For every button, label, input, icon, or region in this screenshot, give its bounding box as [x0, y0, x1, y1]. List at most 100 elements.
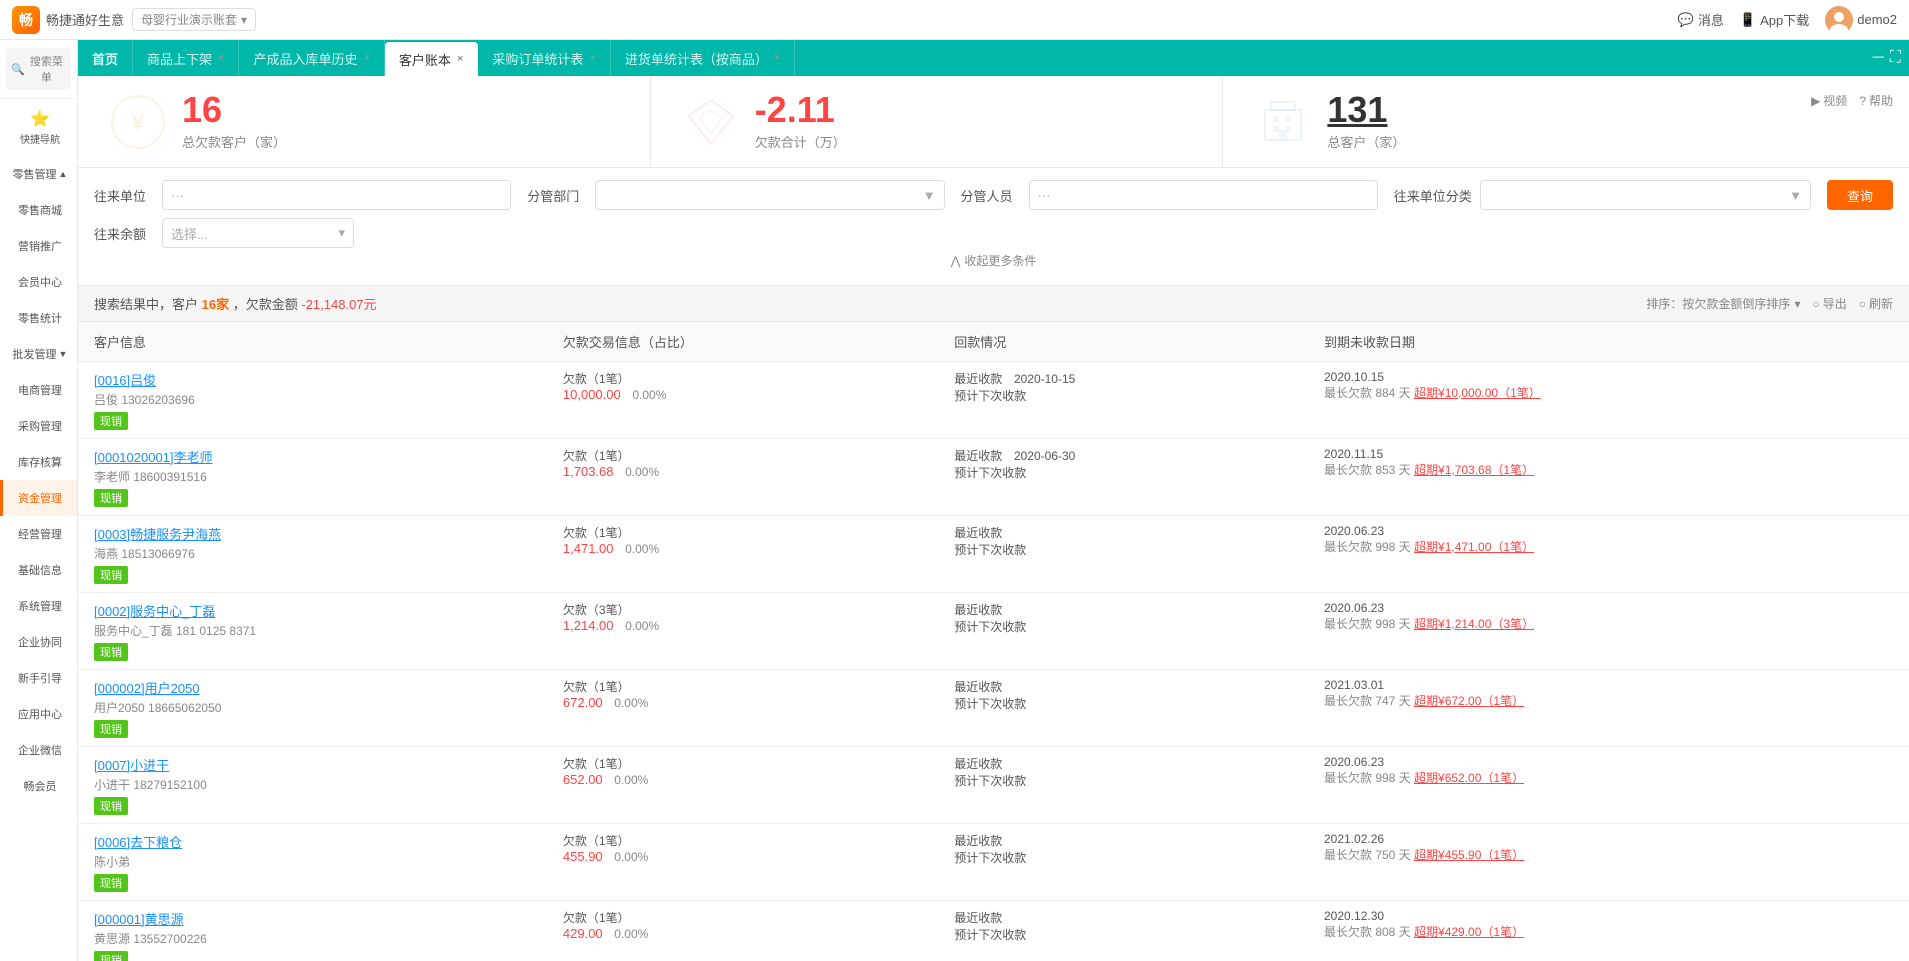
- customer-name-3[interactable]: [0002]服务中心_丁磊: [94, 604, 215, 619]
- cell-due-date-6: 2021.02.26 最长欠款 750 天 超期¥455.90（1笔）: [1308, 824, 1909, 901]
- sidebar-item-new-guide[interactable]: 新手引导: [0, 660, 77, 696]
- help-btn[interactable]: ? 帮助: [1859, 92, 1893, 109]
- tab-product-off[interactable]: 商品上下架 ×: [133, 40, 239, 76]
- customer-name-1[interactable]: [0001020001]李老师: [94, 450, 213, 465]
- app-download-btn[interactable]: 📱 App下载: [1740, 10, 1809, 29]
- stat-value-overdue-customers: 16: [182, 92, 286, 128]
- customer-name-4[interactable]: [000002]用户2050: [94, 681, 200, 696]
- message-btn[interactable]: 💬 消息: [1678, 10, 1724, 29]
- tab-close-import-stats[interactable]: ×: [774, 52, 780, 64]
- cell-payment-status-0: 最近收款 2020-10-15 预计下次收款: [938, 362, 1308, 439]
- customer-name-0[interactable]: [0016]吕俊: [94, 373, 156, 388]
- sidebar-item-basic-info[interactable]: 基础信息: [0, 552, 77, 588]
- tab-close-purchase-order[interactable]: ×: [589, 52, 595, 64]
- table-row: [000002]用户2050 用户2050 18665062050 现销 欠款（…: [78, 670, 1909, 747]
- sidebar-item-finance-mgmt[interactable]: 资金管理: [0, 480, 77, 516]
- sidebar-label-enterprise-wechat: 企业微信: [18, 742, 62, 758]
- dept-select[interactable]: ▼: [595, 180, 944, 210]
- tab-purchase-order[interactable]: 采购订单统计表 ×: [478, 40, 610, 76]
- overdue-amount-link-1[interactable]: 超期¥1,703.68（1笔）: [1414, 463, 1534, 477]
- customer-name-7[interactable]: [000001]黄思源: [94, 912, 184, 927]
- sidebar-label-member-center: 会员中心: [18, 274, 62, 290]
- search-button[interactable]: 查询: [1827, 180, 1893, 210]
- debt-amount-2: 1,471.00: [563, 541, 614, 556]
- collapse-bar[interactable]: ⋀ 收起更多条件: [94, 248, 1893, 273]
- tab-minimize-btn[interactable]: ─: [1872, 49, 1883, 67]
- overdue-amount-link-3[interactable]: 超期¥1,214.00（3笔）: [1414, 617, 1534, 631]
- sidebar-item-inventory[interactable]: 库存核算: [0, 444, 77, 480]
- sidebar-label-retail-stats: 零售统计: [18, 310, 62, 326]
- overdue-amount-link-0[interactable]: 超期¥10,000.00（1笔）: [1414, 386, 1541, 400]
- overdue-amount-link-6[interactable]: 超期¥455.90（1笔）: [1414, 848, 1524, 862]
- cell-debt-info-7: 欠款（1笔） 429.00 0.00%: [547, 901, 938, 961]
- balance-select[interactable]: 选择... ▾: [162, 218, 354, 248]
- recent-payment-label-1: 最近收款: [954, 449, 1002, 463]
- sidebar-item-ecommerce-mgmt[interactable]: 电商管理: [0, 372, 77, 408]
- result-count: 16家: [202, 297, 229, 312]
- tab-close-product-history[interactable]: ×: [363, 52, 369, 64]
- customer-name-2[interactable]: [0003]畅捷服务尹海燕: [94, 527, 221, 542]
- sidebar-item-marketing[interactable]: 营销推广: [0, 228, 77, 264]
- stat-info-total-customers: 131 总客户（家）: [1327, 92, 1405, 151]
- customer-phone-7: 黄思源 13552700226: [94, 930, 531, 947]
- overdue-amount-link-7[interactable]: 超期¥429.00（1笔）: [1414, 925, 1524, 939]
- user-avatar-btn[interactable]: demo2: [1825, 6, 1897, 34]
- stats-actions: ▶ 视频 ? 帮助: [1795, 76, 1909, 109]
- sidebar-label-finance-mgmt: 资金管理: [18, 490, 62, 506]
- customer-phone-0: 吕俊 13026203696: [94, 391, 531, 408]
- sidebar-item-enterprise-collab[interactable]: 企业协同: [0, 624, 77, 660]
- overdue-amount-link-5[interactable]: 超期¥652.00（1笔）: [1414, 771, 1524, 785]
- chevron-down-icon: ▾: [241, 13, 247, 27]
- sidebar-item-operations-mgmt[interactable]: 经营管理: [0, 516, 77, 552]
- cell-debt-info-3: 欠款（3笔） 1,214.00 0.00%: [547, 593, 938, 670]
- video-btn[interactable]: ▶ 视频: [1811, 92, 1847, 109]
- sidebar-item-member-center[interactable]: 会员中心: [0, 264, 77, 300]
- sidebar-label-marketing: 营销推广: [18, 238, 62, 254]
- refresh-btn[interactable]: ○ 刷新: [1859, 295, 1893, 312]
- sort-select[interactable]: 排序：按欠款金额倒序排序 ▾: [1646, 295, 1800, 312]
- export-btn[interactable]: ○ 导出: [1812, 295, 1846, 312]
- tab-maximize-btn[interactable]: ⛶: [1890, 49, 1901, 67]
- overdue-amount-link-4[interactable]: 超期¥672.00（1笔）: [1414, 694, 1524, 708]
- recent-payment-label-3: 最近收款: [954, 603, 1002, 617]
- sidebar-item-retail-mall[interactable]: 零售商城: [0, 192, 77, 228]
- debt-label-1: 欠款（1笔）: [563, 447, 922, 464]
- tab-home[interactable]: 首页: [78, 40, 133, 76]
- sidebar-item-retail-mgmt[interactable]: 零售管理 ▲: [0, 156, 77, 192]
- sidebar-item-system-mgmt[interactable]: 系统管理: [0, 588, 77, 624]
- person-input[interactable]: ···: [1029, 180, 1378, 210]
- tab-product-history[interactable]: 产成品入库单历史 ×: [239, 40, 384, 76]
- overdue-amount-link-2[interactable]: 超期¥1,471.00（1笔）: [1414, 540, 1534, 554]
- company-selector[interactable]: 母婴行业演示账套 ▾: [132, 8, 256, 31]
- sidebar-item-batch-mgmt[interactable]: 批发管理 ▼: [0, 336, 77, 372]
- chevron-icon: ▲: [59, 169, 68, 179]
- sidebar-item-quick-nav[interactable]: ⭐ 快捷导航: [0, 99, 77, 156]
- cell-customer-info-6: [0006]去下粮仓 陈小弟 现销: [78, 824, 547, 901]
- max-overdue-days-0: 最长欠款 884 天: [1324, 386, 1414, 400]
- tab-close-product-off[interactable]: ×: [218, 52, 224, 64]
- phone-icon: 📱: [1740, 12, 1756, 28]
- sidebar-item-member-plus[interactable]: 畅会员: [0, 768, 77, 804]
- debt-label-2: 欠款（1笔）: [563, 524, 922, 541]
- sidebar-item-app-center[interactable]: 应用中心: [0, 696, 77, 732]
- cell-payment-status-2: 最近收款 预计下次收款: [938, 516, 1308, 593]
- customer-phone-4: 用户2050 18665062050: [94, 699, 531, 716]
- table-row: [0002]服务中心_丁磊 服务中心_丁磊 181 0125 8371 现销 欠…: [78, 593, 1909, 670]
- category-select[interactable]: ▼: [1480, 180, 1811, 210]
- sidebar-item-purchase-mgmt[interactable]: 采购管理: [0, 408, 77, 444]
- max-overdue-days-3: 最长欠款 998 天: [1324, 617, 1414, 631]
- sidebar-item-enterprise-wechat[interactable]: 企业微信: [0, 732, 77, 768]
- max-overdue-days-2: 最长欠款 998 天: [1324, 540, 1414, 554]
- cell-customer-info-5: [0007]小进干 小进干 18279152100 现销: [78, 747, 547, 824]
- tab-import-stats[interactable]: 进货单统计表（按商品） ×: [611, 40, 795, 76]
- customer-name-6[interactable]: [0006]去下粮仓: [94, 835, 182, 850]
- source-unit-input[interactable]: ···: [162, 180, 511, 210]
- sidebar-label-system-mgmt: 系统管理: [18, 598, 62, 614]
- sidebar-item-retail-stats[interactable]: 零售统计: [0, 300, 77, 336]
- due-date-3: 2020.06.23: [1324, 601, 1893, 615]
- customer-name-5[interactable]: [0007]小进干: [94, 758, 169, 773]
- tab-customer-account[interactable]: 客户账本 ×: [385, 42, 478, 76]
- customer-table: 客户信息 欠款交易信息（占比） 回款情况 到期未收款日期 [0016]吕俊 吕俊…: [78, 322, 1909, 961]
- search-menu-btn[interactable]: 🔍 搜索菜单: [6, 48, 71, 90]
- tab-close-customer-account[interactable]: ×: [457, 53, 463, 65]
